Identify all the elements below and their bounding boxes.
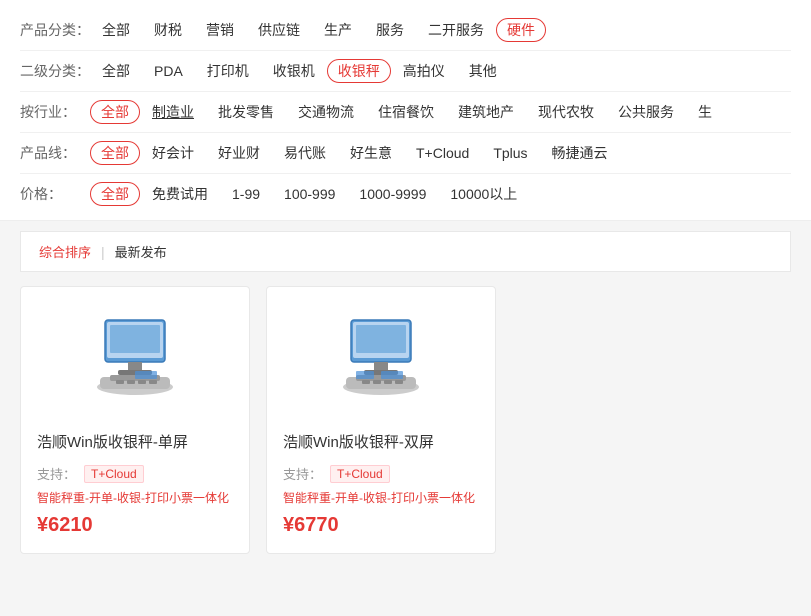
product-support-tag-2: T+Cloud bbox=[330, 465, 390, 483]
cat-item-caishui[interactable]: 财税 bbox=[142, 18, 194, 42]
product-line-label: 产品线： bbox=[20, 143, 90, 163]
sub-category-label: 二级分类： bbox=[20, 61, 90, 81]
product-support-2: 支持： T+Cloud bbox=[283, 464, 479, 483]
product-image-svg-1 bbox=[80, 315, 190, 410]
product-line-items: 全部 好会计 好业财 易代账 好生意 T+Cloud Tplus 畅捷通云 bbox=[90, 141, 620, 165]
price-item-1-99[interactable]: 1-99 bbox=[220, 184, 272, 204]
price-label: 价格： bbox=[20, 184, 90, 204]
sort-item-latest[interactable]: 最新发布 bbox=[111, 240, 171, 263]
product-category-label: 产品分类： bbox=[20, 20, 90, 40]
cat-item-quanbu[interactable]: 全部 bbox=[90, 18, 142, 42]
industry-label: 按行业： bbox=[20, 102, 90, 122]
cat-item-yingjian[interactable]: 硬件 bbox=[496, 18, 546, 42]
product-price-2: ¥6770 bbox=[283, 514, 479, 537]
ind-item-zhizaoye[interactable]: 制造业 bbox=[140, 100, 206, 124]
sub-item-qita[interactable]: 其他 bbox=[457, 59, 509, 83]
cat-item-yingxiao[interactable]: 营销 bbox=[194, 18, 246, 42]
sub-item-shouyincheng[interactable]: 收银秤 bbox=[327, 59, 391, 83]
price-item-1000-9999[interactable]: 1000-9999 bbox=[347, 184, 438, 204]
pl-item-haoshengyi[interactable]: 好生意 bbox=[338, 141, 404, 165]
ind-item-jiaotongwuliu[interactable]: 交通物流 bbox=[286, 100, 366, 124]
price-item-10000plus[interactable]: 10000以上 bbox=[438, 182, 529, 206]
product-support-label-1: 支持： bbox=[37, 464, 76, 483]
product-desc-2: 智能秤重-开单-收银-打印小票一体化 bbox=[283, 489, 479, 506]
product-image-svg-2 bbox=[326, 315, 436, 410]
ind-item-xiandainongmu[interactable]: 现代农牧 bbox=[526, 100, 606, 124]
price-item-100-999[interactable]: 100-999 bbox=[272, 184, 347, 204]
sub-item-shouyngnji[interactable]: 收银机 bbox=[261, 59, 327, 83]
ind-item-gonggongfuwu[interactable]: 公共服务 bbox=[606, 100, 686, 124]
pl-item-quanbu[interactable]: 全部 bbox=[90, 141, 140, 165]
sort-bar: 综合排序 | 最新发布 bbox=[20, 231, 791, 272]
ind-item-quanbu[interactable]: 全部 bbox=[90, 100, 140, 124]
ind-item-sheng[interactable]: 生 bbox=[686, 100, 724, 124]
product-name-1: 浩顺Win版收银秤-单屏 bbox=[37, 431, 233, 452]
sub-item-pda[interactable]: PDA bbox=[142, 61, 195, 81]
industry-items: 全部 制造业 批发零售 交通物流 住宿餐饮 建筑地产 现代农牧 公共服务 生 bbox=[90, 100, 724, 124]
product-support-tag-1: T+Cloud bbox=[84, 465, 144, 483]
sub-item-gaopaiyi[interactable]: 高拍仪 bbox=[391, 59, 457, 83]
pl-item-haoyecai[interactable]: 好业财 bbox=[206, 141, 272, 165]
product-category-row: 产品分类： 全部 财税 营销 供应链 生产 服务 二开服务 硬件 bbox=[20, 10, 791, 51]
sub-item-quanbu[interactable]: 全部 bbox=[90, 59, 142, 83]
cat-item-fuwu[interactable]: 服务 bbox=[364, 18, 416, 42]
price-row: 价格： 全部 免费试用 1-99 100-999 1000-9999 10000… bbox=[20, 174, 791, 214]
filter-section: 产品分类： 全部 财税 营销 供应链 生产 服务 二开服务 硬件 二级分类： 全… bbox=[0, 0, 811, 221]
pl-item-haokuaiji[interactable]: 好会计 bbox=[140, 141, 206, 165]
ind-item-jianzhudichang[interactable]: 建筑地产 bbox=[446, 100, 526, 124]
product-card-2[interactable]: 浩顺Win版收银秤-双屏 支持： T+Cloud 智能秤重-开单-收银-打印小票… bbox=[266, 286, 496, 554]
pl-item-tcloud[interactable]: T+Cloud bbox=[404, 143, 481, 163]
product-image-1 bbox=[37, 307, 233, 417]
product-support-label-2: 支持： bbox=[283, 464, 322, 483]
product-name-2: 浩顺Win版收银秤-双屏 bbox=[283, 431, 479, 452]
product-price-1: ¥6210 bbox=[37, 514, 233, 537]
cat-item-erkaifuwu[interactable]: 二开服务 bbox=[416, 18, 496, 42]
ind-item-zhusucanyinG[interactable]: 住宿餐饮 bbox=[366, 100, 446, 124]
product-support-1: 支持： T+Cloud bbox=[37, 464, 233, 483]
cat-item-gongyinglian[interactable]: 供应链 bbox=[246, 18, 312, 42]
product-image-2 bbox=[283, 307, 479, 417]
ind-item-pifaslingshou[interactable]: 批发零售 bbox=[206, 100, 286, 124]
sub-item-dayinji[interactable]: 打印机 bbox=[195, 59, 261, 83]
sub-category-row: 二级分类： 全部 PDA 打印机 收银机 收银秤 高拍仪 其他 bbox=[20, 51, 791, 92]
cat-item-shengchan[interactable]: 生产 bbox=[312, 18, 364, 42]
sub-category-items: 全部 PDA 打印机 收银机 收银秤 高拍仪 其他 bbox=[90, 59, 509, 83]
product-grid: 浩顺Win版收银秤-单屏 支持： T+Cloud 智能秤重-开单-收银-打印小票… bbox=[0, 272, 811, 568]
product-line-row: 产品线： 全部 好会计 好业财 易代账 好生意 T+Cloud Tplus 畅捷… bbox=[20, 133, 791, 174]
pl-item-tplus[interactable]: Tplus bbox=[481, 143, 539, 163]
product-desc-1: 智能秤重-开单-收银-打印小票一体化 bbox=[37, 489, 233, 506]
price-item-quanbu[interactable]: 全部 bbox=[90, 182, 140, 206]
product-card-1[interactable]: 浩顺Win版收银秤-单屏 支持： T+Cloud 智能秤重-开单-收银-打印小票… bbox=[20, 286, 250, 554]
industry-row: 按行业： 全部 制造业 批发零售 交通物流 住宿餐饮 建筑地产 现代农牧 公共服… bbox=[20, 92, 791, 133]
price-items: 全部 免费试用 1-99 100-999 1000-9999 10000以上 bbox=[90, 182, 529, 206]
pl-item-yidaizhang[interactable]: 易代账 bbox=[272, 141, 338, 165]
sort-divider: | bbox=[101, 244, 105, 260]
pl-item-changjietongyun[interactable]: 畅捷通云 bbox=[540, 141, 620, 165]
price-item-free[interactable]: 免费试用 bbox=[140, 182, 220, 206]
product-category-items: 全部 财税 营销 供应链 生产 服务 二开服务 硬件 bbox=[90, 18, 546, 42]
sort-item-comprehensive[interactable]: 综合排序 bbox=[35, 240, 95, 263]
